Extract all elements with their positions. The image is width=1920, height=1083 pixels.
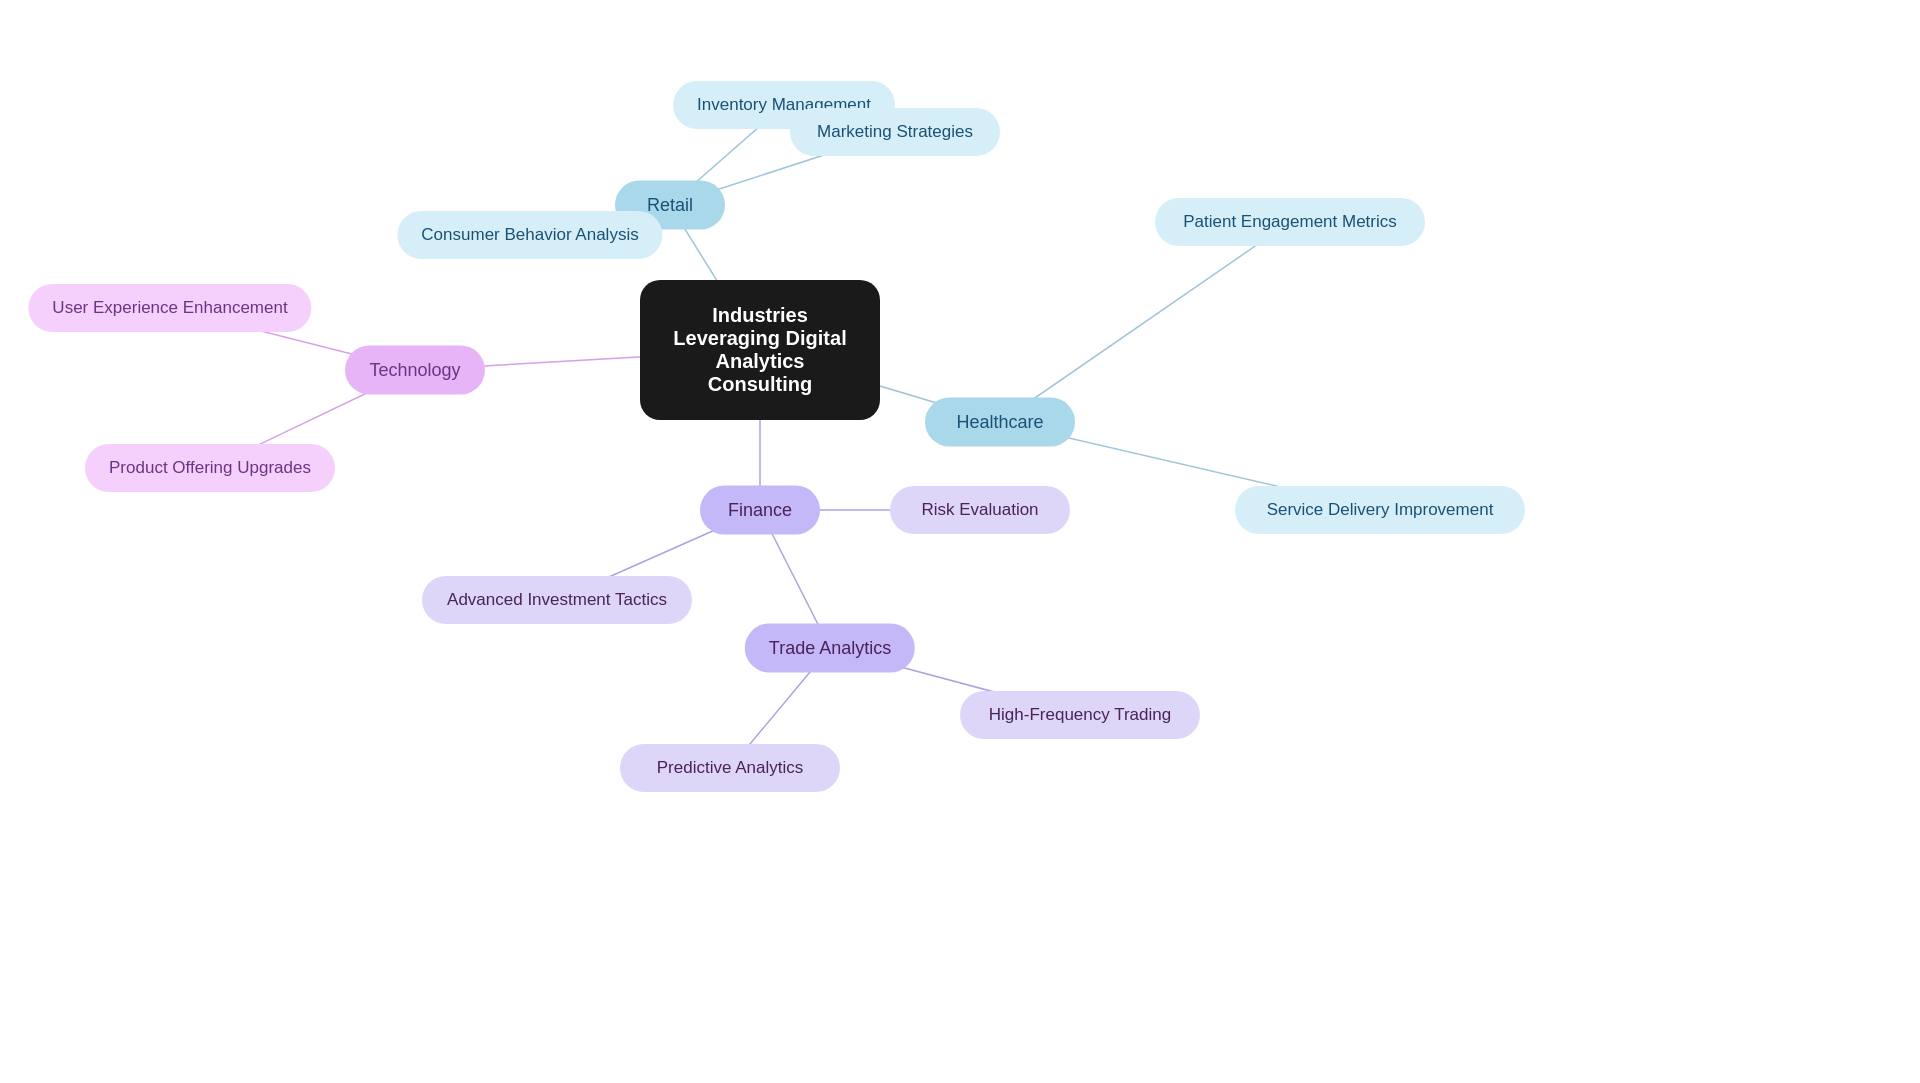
advanced-investment-node[interactable]: Advanced Investment Tactics	[422, 576, 692, 624]
user-experience-node[interactable]: User Experience Enhancement	[28, 284, 311, 332]
healthcare-node[interactable]: Healthcare	[925, 398, 1075, 447]
trade-analytics-node[interactable]: Trade Analytics	[745, 624, 915, 673]
technology-node[interactable]: Technology	[345, 346, 485, 395]
predictive-analytics-node[interactable]: Predictive Analytics	[620, 744, 840, 792]
patient-engagement-node[interactable]: Patient Engagement Metrics	[1155, 198, 1425, 246]
service-delivery-node[interactable]: Service Delivery Improvement	[1235, 486, 1525, 534]
finance-node[interactable]: Finance	[700, 486, 820, 535]
risk-evaluation-node[interactable]: Risk Evaluation	[890, 486, 1070, 534]
product-offering-node[interactable]: Product Offering Upgrades	[85, 444, 335, 492]
marketing-strategies-node[interactable]: Marketing Strategies	[790, 108, 1000, 156]
center-node[interactable]: Industries Leveraging Digital Analytics …	[640, 280, 880, 420]
svg-line-5	[1000, 222, 1290, 422]
consumer-behavior-node[interactable]: Consumer Behavior Analysis	[397, 211, 662, 259]
high-frequency-trading-node[interactable]: High-Frequency Trading	[960, 691, 1200, 739]
